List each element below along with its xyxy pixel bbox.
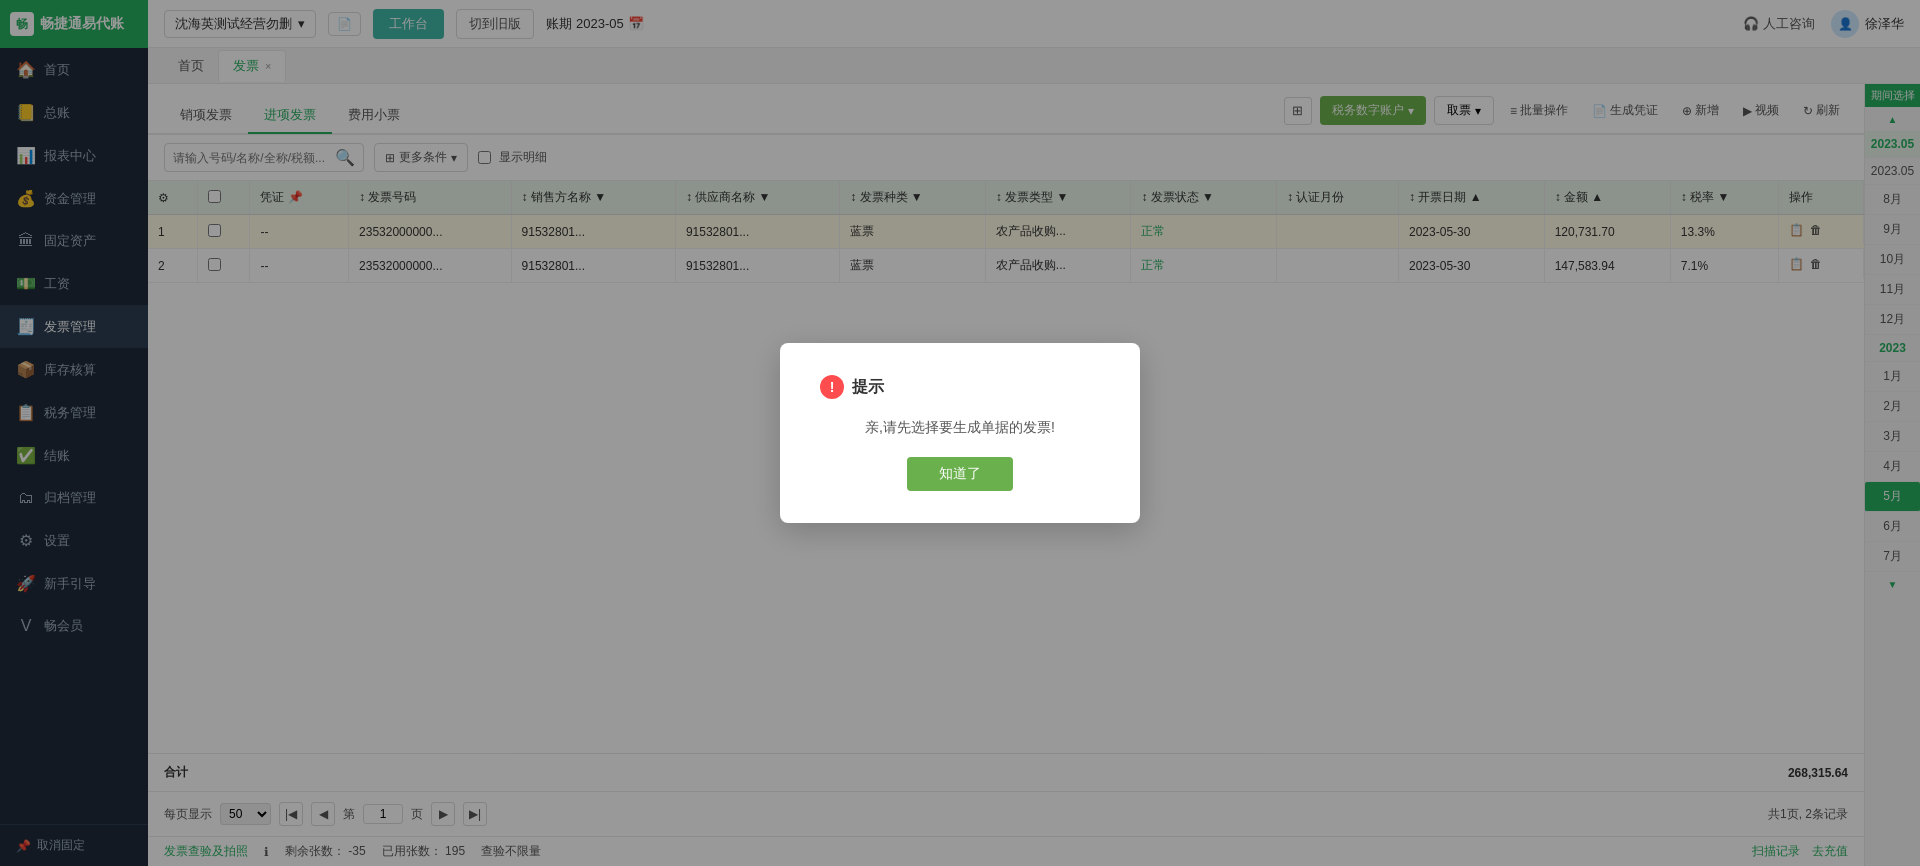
dialog-confirm-button[interactable]: 知道了	[907, 457, 1013, 491]
dialog-overlay: ! 提示 亲,请先选择要生成单据的发票! 知道了	[0, 0, 1920, 866]
dialog-message: 亲,请先选择要生成单据的发票!	[865, 419, 1055, 437]
dialog-title: 提示	[852, 377, 884, 398]
dialog-title-row: ! 提示	[820, 375, 884, 399]
dialog: ! 提示 亲,请先选择要生成单据的发票! 知道了	[780, 343, 1140, 523]
warning-icon: !	[820, 375, 844, 399]
